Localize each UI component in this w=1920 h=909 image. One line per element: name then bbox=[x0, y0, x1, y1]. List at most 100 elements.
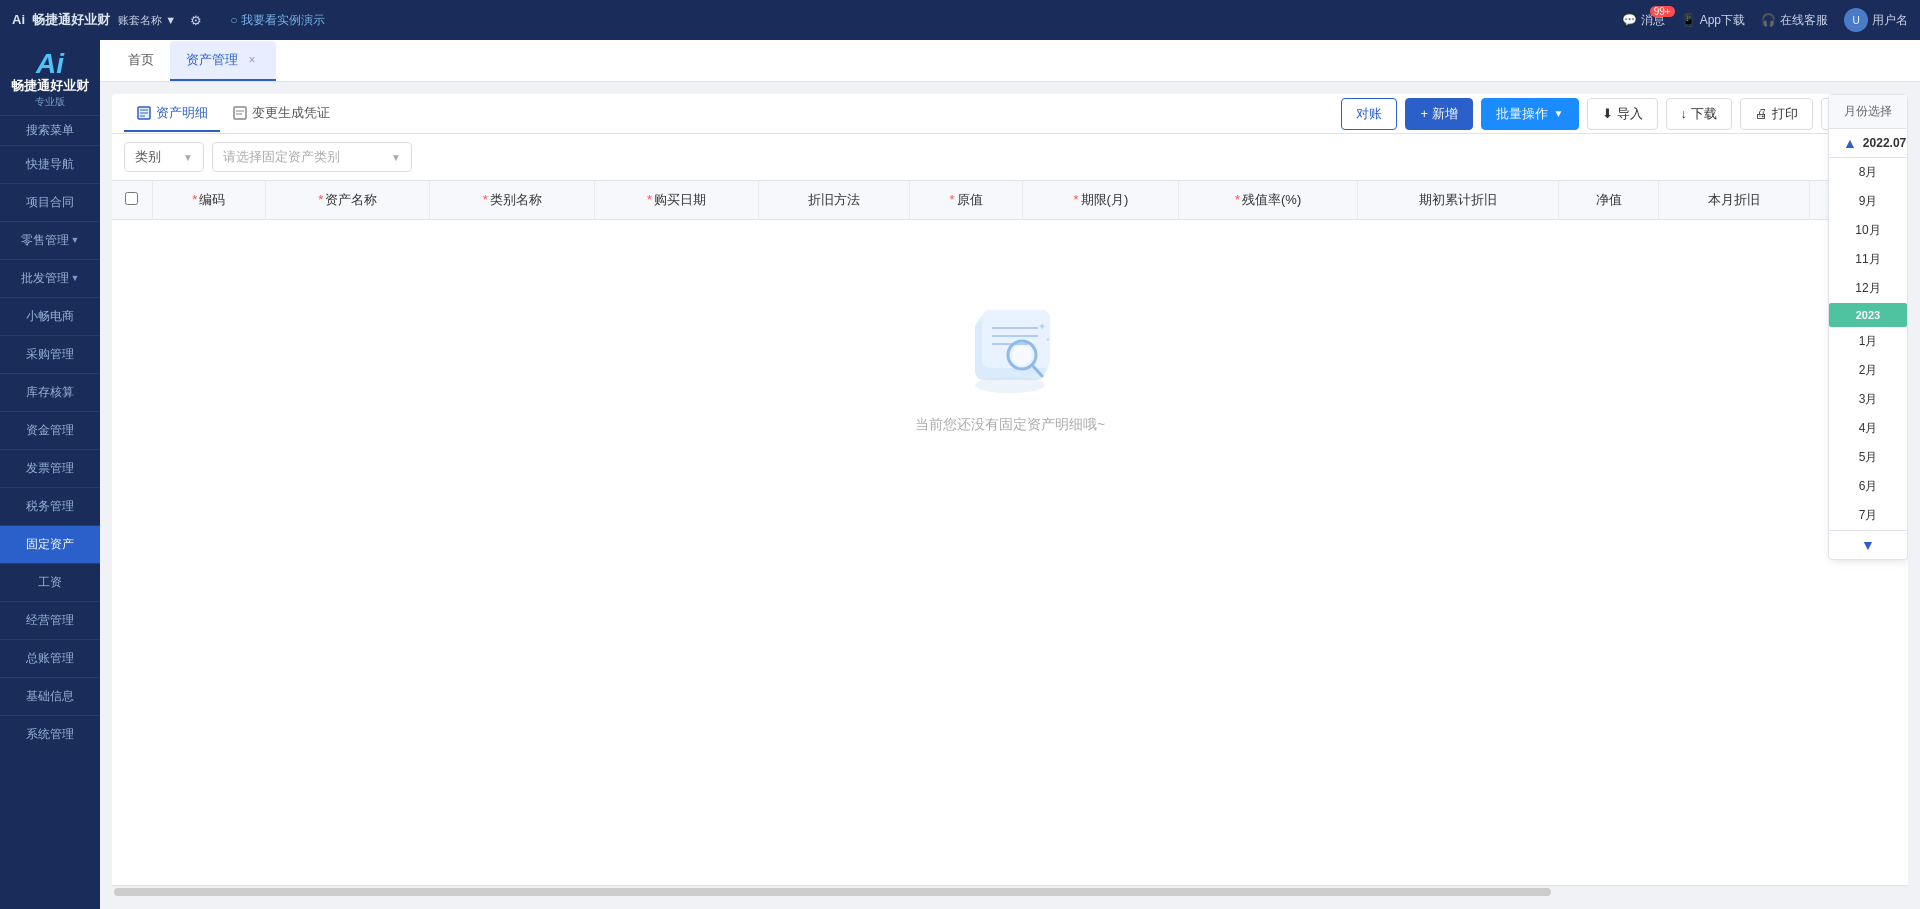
import-icon: ⬇ bbox=[1602, 106, 1613, 121]
month-item-11[interactable]: 11月 bbox=[1829, 245, 1907, 274]
tab-asset-close[interactable]: × bbox=[244, 52, 260, 68]
app-icon: 📱 bbox=[1681, 13, 1696, 27]
col-date-label: 购买日期 bbox=[654, 192, 706, 207]
svg-text:✦: ✦ bbox=[1038, 321, 1046, 332]
app-title: Ai 畅捷通好业财 bbox=[12, 11, 110, 29]
month-item-6[interactable]: 6月 bbox=[1829, 472, 1907, 501]
reconcile-button[interactable]: 对账 bbox=[1341, 98, 1397, 130]
col-name-label: 资产名称 bbox=[325, 192, 377, 207]
month-item-2023[interactable]: 2023 bbox=[1829, 303, 1907, 327]
month-item-2[interactable]: 2月 bbox=[1829, 356, 1907, 385]
tab-home[interactable]: 首页 bbox=[112, 41, 170, 81]
sidebar-item-quick-nav[interactable]: 快捷导航 bbox=[0, 145, 100, 183]
svg-point-15 bbox=[1012, 345, 1032, 365]
app-download-button[interactable]: 📱 App下载 bbox=[1681, 12, 1745, 29]
message-button[interactable]: 💬 消息 99+ bbox=[1622, 12, 1664, 29]
category-label: 类别 bbox=[135, 148, 161, 166]
demo-link[interactable]: ○ 我要看实例演示 bbox=[230, 12, 325, 29]
company-name: 账套名称 bbox=[118, 14, 162, 26]
th-category: *类别名称 bbox=[430, 181, 594, 220]
month-item-9[interactable]: 9月 bbox=[1829, 187, 1907, 216]
voucher-icon bbox=[232, 105, 248, 121]
sidebar-item-inventory[interactable]: 库存核算 bbox=[0, 373, 100, 411]
month-item-3[interactable]: 3月 bbox=[1829, 385, 1907, 414]
tab-home-label: 首页 bbox=[128, 51, 154, 69]
sidebar-item-project[interactable]: 项目合同 bbox=[0, 183, 100, 221]
import-button[interactable]: ⬇ 导入 bbox=[1587, 98, 1658, 130]
add-button[interactable]: + 新增 bbox=[1405, 98, 1472, 130]
scroll-thumb bbox=[114, 888, 1551, 896]
message-icon: 💬 bbox=[1622, 13, 1637, 27]
sidebar-item-invoice[interactable]: 发票管理 bbox=[0, 449, 100, 487]
table-header-row: *编码 *资产名称 *类别名称 *购买日期 折旧方法 *原值 *期限(月) *残… bbox=[112, 181, 1908, 220]
brand-name: 畅捷通好业财 bbox=[11, 78, 89, 95]
empty-message: 当前您还没有固定资产明细哦~ bbox=[915, 416, 1105, 434]
sidebar-item-operation[interactable]: 经营管理 bbox=[0, 601, 100, 639]
ai-logo: Ai bbox=[36, 50, 64, 78]
select-all-checkbox[interactable] bbox=[125, 192, 138, 205]
month-next-button[interactable]: ▼ bbox=[1855, 535, 1881, 555]
th-period: *期限(月) bbox=[1023, 181, 1179, 220]
month-list: 8月 9月 10月 11月 12月 2023 1月 2月 3月 4月 5月 6月… bbox=[1829, 158, 1907, 530]
download-button[interactable]: ↓ 下载 bbox=[1666, 98, 1733, 130]
month-item-4[interactable]: 4月 bbox=[1829, 414, 1907, 443]
asset-detail-icon bbox=[136, 105, 152, 121]
asset-table: *编码 *资产名称 *类别名称 *购买日期 折旧方法 *原值 *期限(月) *残… bbox=[112, 181, 1908, 514]
content-area: 首页 资产管理 × bbox=[100, 40, 1920, 909]
demo-label: 我要看实例演示 bbox=[241, 12, 325, 29]
username-label: 用户名 bbox=[1872, 12, 1908, 29]
company-dropdown[interactable]: 账套名称 ▼ bbox=[118, 13, 176, 28]
page-content: 资产明细 变更生成凭证 bbox=[100, 82, 1920, 909]
category-filter[interactable]: 类别 ▼ bbox=[124, 142, 204, 172]
month-item-8[interactable]: 8月 bbox=[1829, 158, 1907, 187]
search-menu[interactable]: 搜索菜单 bbox=[0, 115, 100, 145]
batch-button[interactable]: 批量操作 ▼ bbox=[1481, 98, 1579, 130]
month-panel-title: 月份选择 bbox=[1844, 104, 1892, 118]
sidebar-item-purchase[interactable]: 采购管理 bbox=[0, 335, 100, 373]
month-item-5[interactable]: 5月 bbox=[1829, 443, 1907, 472]
import-label: 导入 bbox=[1617, 105, 1643, 123]
month-panel: 月份选择 ▲ 2022.07 ▲ 8月 9月 10月 11月 12月 2023 bbox=[1828, 94, 1908, 560]
col-period-label: 期限(月) bbox=[1081, 192, 1129, 207]
batch-dropdown-arrow: ▼ bbox=[1554, 108, 1564, 119]
online-service-button[interactable]: 🎧 在线客服 bbox=[1761, 12, 1828, 29]
col-accum-label: 期初累计折旧 bbox=[1419, 192, 1497, 207]
horizontal-scrollbar[interactable] bbox=[112, 885, 1908, 897]
col-monthly-label: 本月折旧 bbox=[1708, 192, 1760, 207]
sub-tab-bar: 资产明细 变更生成凭证 bbox=[112, 94, 1908, 134]
category-input[interactable]: 请选择固定资产类别 ▼ bbox=[212, 142, 412, 172]
sub-tab-voucher[interactable]: 变更生成凭证 bbox=[220, 96, 342, 132]
sidebar-item-basic-info[interactable]: 基础信息 bbox=[0, 677, 100, 715]
month-nav-bottom: ▼ bbox=[1829, 530, 1907, 559]
print-icon: 🖨 bbox=[1755, 106, 1768, 121]
print-button[interactable]: 🖨 打印 bbox=[1740, 98, 1813, 130]
month-item-10[interactable]: 10月 bbox=[1829, 216, 1907, 245]
th-code: *编码 bbox=[152, 181, 266, 220]
sidebar-item-retail[interactable]: 零售管理 ▼ bbox=[0, 221, 100, 259]
batch-label: 批量操作 bbox=[1496, 105, 1548, 123]
month-prev-button[interactable]: ▲ bbox=[1837, 133, 1863, 153]
sidebar-item-salary[interactable]: 工资 bbox=[0, 563, 100, 601]
sidebar-item-fixed-assets[interactable]: 固定资产 bbox=[0, 525, 100, 563]
sidebar-item-ecommerce[interactable]: 小畅电商 bbox=[0, 297, 100, 335]
tab-asset-management[interactable]: 资产管理 × bbox=[170, 41, 276, 81]
main-layout: Ai 畅捷通好业财 专业版 搜索菜单 快捷导航 项目合同 零售管理 ▼ 批发管理… bbox=[0, 40, 1920, 909]
top-bar-left: Ai 畅捷通好业财 账套名称 ▼ ⚙ ○ 我要看实例演示 bbox=[12, 11, 1622, 29]
sidebar-logo: Ai 畅捷通好业财 专业版 bbox=[0, 40, 100, 115]
th-accumulated: 期初累计折旧 bbox=[1357, 181, 1558, 220]
sidebar-item-general-ledger[interactable]: 总账管理 bbox=[0, 639, 100, 677]
user-button[interactable]: U 用户名 bbox=[1844, 8, 1908, 32]
ai-label: Ai bbox=[12, 12, 25, 27]
sidebar-item-tax[interactable]: 税务管理 bbox=[0, 487, 100, 525]
month-item-1[interactable]: 1月 bbox=[1829, 327, 1907, 356]
sidebar-item-wholesale[interactable]: 批发管理 ▼ bbox=[0, 259, 100, 297]
reconcile-label: 对账 bbox=[1356, 105, 1382, 123]
app-download-label: App下载 bbox=[1700, 12, 1745, 29]
settings-button[interactable]: ⚙ bbox=[190, 13, 202, 28]
sidebar-item-finance[interactable]: 资金管理 bbox=[0, 411, 100, 449]
input-arrow: ▼ bbox=[391, 152, 401, 163]
month-item-7[interactable]: 7月 bbox=[1829, 501, 1907, 530]
month-item-12[interactable]: 12月 bbox=[1829, 274, 1907, 303]
sub-tab-asset-detail[interactable]: 资产明细 bbox=[124, 96, 220, 132]
sidebar-item-system[interactable]: 系统管理 bbox=[0, 715, 100, 753]
